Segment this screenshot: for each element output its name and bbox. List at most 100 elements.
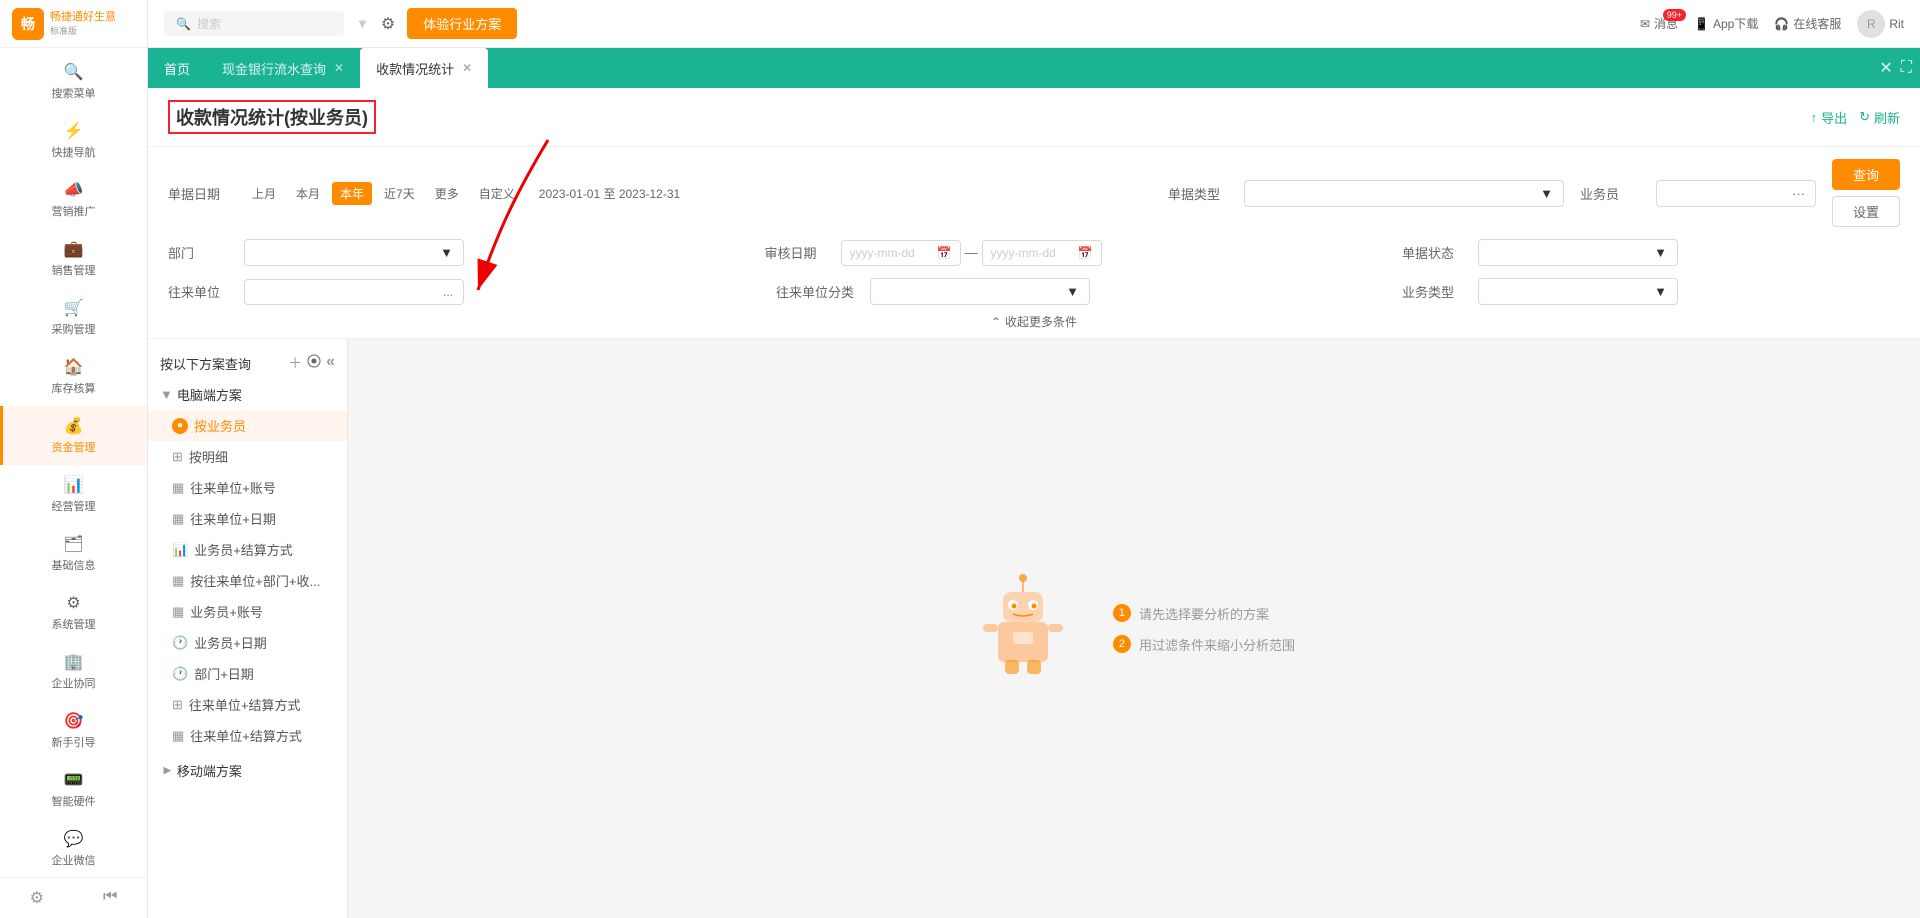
sidebar-item-warehouse[interactable]: 🏠 库存核算 — [0, 347, 147, 406]
schema-section-mobile-header[interactable]: ▼ 移动端方案 — [148, 755, 347, 786]
calendar-end-icon: 📅 — [1078, 246, 1093, 260]
schema-item-dept-date[interactable]: 🕐 部门+日期 — [148, 658, 347, 689]
tip-text-2: 用过滤条件来缩小分析范围 — [1139, 635, 1295, 654]
message-action[interactable]: ✉ 消息 99+ — [1640, 15, 1678, 32]
trial-button[interactable]: 体验行业方案 — [407, 8, 517, 39]
review-date-end-input[interactable]: yyyy-mm-dd 📅 — [982, 240, 1102, 266]
review-date-start-input[interactable]: yyyy-mm-dd 📅 — [841, 240, 961, 266]
partner-filter-label: 往来单位 — [168, 282, 228, 301]
tab-home-label: 首页 — [164, 59, 190, 78]
collapse-bar[interactable]: ⌃ 收起更多条件 — [148, 305, 1920, 339]
tab-collection-stats[interactable]: 收款情况统计 ✕ — [360, 48, 488, 88]
schema-item-partner-account[interactable]: ▦ 往来单位+账号 — [148, 472, 347, 503]
add-schema-btn[interactable]: ＋ — [288, 353, 302, 373]
partner-account-icon: ▦ — [172, 480, 184, 496]
tab-home[interactable]: 首页 — [148, 48, 206, 88]
tab-bank-flow[interactable]: 现金银行流水查询 ✕ — [206, 48, 360, 88]
partner-select[interactable]: ... — [244, 279, 464, 305]
doc-type-select[interactable]: ▼ — [1244, 180, 1564, 207]
system-icon: ⚙ — [64, 593, 84, 613]
export-button[interactable]: ↑ 导出 — [1811, 108, 1848, 127]
review-date-label: 审核日期 — [765, 243, 825, 262]
sidebar-item-purchase[interactable]: 🛒 采购管理 — [0, 288, 147, 347]
schema-item-label: 按往来单位+部门+收... — [190, 571, 320, 590]
schema-item-salesperson-date[interactable]: 🕐 业务员+日期 — [148, 627, 347, 658]
topbar-gear-icon[interactable]: ⚙ — [381, 14, 395, 34]
warehouse-icon: 🏠 — [64, 357, 84, 377]
schema-item-label: 业务员+日期 — [194, 633, 267, 652]
partner-more-btn[interactable]: ... — [443, 285, 453, 299]
sidebar-item-hardware[interactable]: 📟 智能硬件 — [0, 760, 147, 819]
schema-section-mobile: ▼ 移动端方案 — [148, 755, 347, 786]
left-panel-header: 按以下方案查询 ＋ « — [148, 347, 347, 379]
schema-section-desktop: ▼ 电脑端方案 ● 按业务员 ⊞ 按明细 ▦ 往 — [148, 379, 347, 751]
clock2-icon: 🕐 — [172, 666, 188, 682]
sidebar-item-guide[interactable]: 🎯 新手引导 — [0, 701, 147, 760]
quick-nav-icon: ⚡ — [64, 121, 84, 141]
date-btn-last-month[interactable]: 上月 — [244, 182, 284, 205]
sidebar-item-search[interactable]: 🔍 搜索菜单 — [0, 52, 147, 111]
collapse-icon[interactable]: ⏮ — [103, 888, 117, 908]
sidebar-item-company[interactable]: 🏢 企业协同 — [0, 642, 147, 701]
user-avatar[interactable]: R Rit — [1857, 10, 1904, 38]
online-service-action[interactable]: 🎧 在线客服 — [1774, 15, 1841, 32]
close-all-icon[interactable]: ✕ — [1879, 58, 1892, 78]
doc-type-filter-label: 单据类型 — [1168, 184, 1228, 203]
download-icon: 📱 — [1694, 17, 1709, 31]
doc-status-select[interactable]: ▼ — [1478, 239, 1678, 266]
schema-item-partner-dept-collect[interactable]: ▦ 按往来单位+部门+收... — [148, 565, 347, 596]
sidebar-item-operation[interactable]: 📊 经营管理 — [0, 465, 147, 524]
schema-settings-btn[interactable] — [306, 353, 322, 373]
mobile-section-label: 移动端方案 — [177, 761, 242, 780]
calendar-start-icon: 📅 — [937, 246, 952, 260]
schema-item-salesperson-settlement[interactable]: 📊 业务员+结算方式 — [148, 534, 347, 565]
tab-bank-flow-close[interactable]: ✕ — [334, 61, 344, 75]
sidebar-item-basic[interactable]: 🗂 基础信息 — [0, 524, 147, 583]
schema-item-by-detail[interactable]: ⊞ 按明细 — [148, 441, 347, 472]
tab-collection-stats-close[interactable]: ✕ — [462, 61, 472, 75]
tab-bank-flow-label: 现金银行流水查询 — [222, 59, 326, 78]
finance-icon: 💰 — [64, 416, 84, 436]
doc-type-chevron-icon: ▼ — [1540, 186, 1553, 201]
doc-status-label: 单据状态 — [1402, 243, 1462, 262]
app-download-action[interactable]: 📱 App下载 — [1694, 15, 1758, 32]
date-btn-custom[interactable]: 自定义 — [471, 182, 523, 205]
collapse-panel-btn[interactable]: « — [326, 353, 335, 373]
salesperson-select[interactable]: ··· — [1656, 180, 1816, 207]
sidebar-item-sales[interactable]: 💼 销售管理 — [0, 229, 147, 288]
sidebar-item-finance[interactable]: 💰 资金管理 — [0, 406, 147, 465]
partner-category-select[interactable]: ▼ — [870, 278, 1090, 305]
sidebar-item-marketing[interactable]: 📣 营销推广 — [0, 170, 147, 229]
table2-icon: ▦ — [172, 573, 184, 589]
sidebar-item-wechat[interactable]: 💬 企业微信 — [0, 819, 147, 877]
schema-item-label: 往来单位+结算方式 — [189, 695, 301, 714]
schema-item-salesperson-account[interactable]: ▦ 业务员+账号 — [148, 596, 347, 627]
sidebar-item-system[interactable]: ⚙ 系统管理 — [0, 583, 147, 642]
refresh-icon: ↻ — [1859, 109, 1870, 125]
business-type-select[interactable]: ▼ — [1478, 278, 1678, 305]
sidebar-item-label: 搜索菜单 — [52, 85, 96, 101]
schema-section-desktop-header[interactable]: ▼ 电脑端方案 — [148, 379, 347, 410]
schema-item-by-salesperson[interactable]: ● 按业务员 — [148, 410, 347, 441]
topbar-dropdown-icon[interactable]: ▼ — [356, 16, 369, 31]
date-btn-this-year[interactable]: 本年 — [332, 182, 372, 205]
fullscreen-icon[interactable]: ⛶ — [1901, 59, 1912, 77]
schema-item-partner-settlement1[interactable]: ⊞ 往来单位+结算方式 — [148, 689, 347, 720]
sidebar-item-quicknav[interactable]: ⚡ 快捷导航 — [0, 111, 147, 170]
left-panel-title: 按以下方案查询 — [160, 354, 251, 373]
sidebar-item-label: 智能硬件 — [52, 793, 96, 809]
settings-button[interactable]: 设置 — [1832, 196, 1900, 227]
date-btn-more[interactable]: 更多 — [427, 182, 467, 205]
date-btn-this-month[interactable]: 本月 — [288, 182, 328, 205]
settings-icon[interactable]: ⚙ — [30, 888, 44, 908]
date-range-display: 2023-01-01 至 2023-12-31 — [539, 185, 680, 202]
tab-bar: 首页 现金银行流水查询 ✕ 收款情况统计 ✕ ✕ ⛶ — [148, 48, 1920, 88]
dept-select[interactable]: ▼ — [244, 239, 464, 266]
refresh-button[interactable]: ↻ 刷新 — [1859, 108, 1900, 127]
sidebar-item-label: 采购管理 — [52, 321, 96, 337]
query-button[interactable]: 查询 — [1832, 159, 1900, 190]
schema-item-partner-date[interactable]: ▦ 往来单位+日期 — [148, 503, 347, 534]
schema-item-partner-settlement2[interactable]: ▦ 往来单位+结算方式 — [148, 720, 347, 751]
app-download-label: App下载 — [1713, 15, 1758, 32]
date-btn-7days[interactable]: 近7天 — [376, 182, 423, 205]
